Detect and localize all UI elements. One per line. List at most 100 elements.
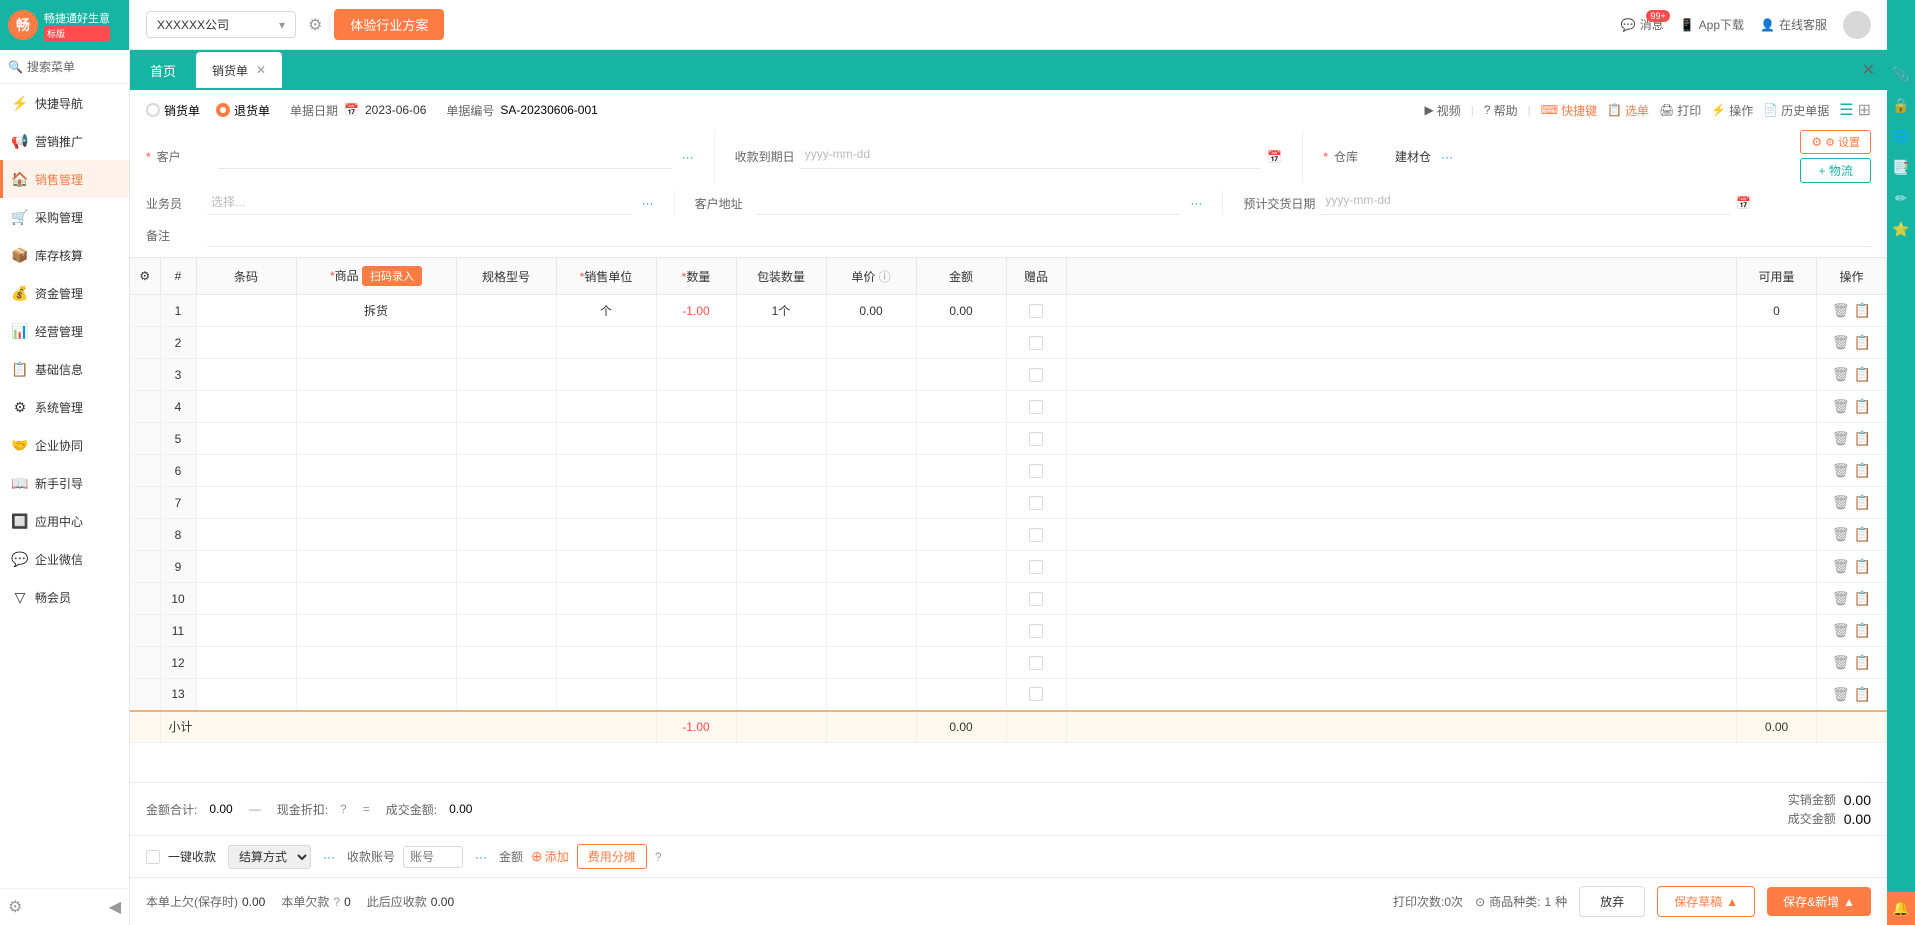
payment-cal-icon[interactable]: 📅 — [1267, 150, 1282, 164]
toolbar-video-btn[interactable]: ▶ 视频 — [1425, 102, 1461, 119]
payment-method-dots[interactable]: ··· — [323, 850, 335, 864]
save-draft-button[interactable]: 保存草稿 ▲ — [1657, 886, 1755, 917]
row-copy-icon[interactable]: 📋 — [1854, 334, 1871, 351]
row-product-cell[interactable]: 拆货 — [296, 295, 456, 327]
scan-button[interactable]: 扫码录入 — [362, 266, 422, 286]
sidebar-item-appcenter[interactable]: 🔲 应用中心 — [0, 502, 129, 540]
toolbar-help-btn[interactable]: ? 帮助 — [1484, 102, 1518, 119]
right-panel-icon-1[interactable]: 📎 — [1892, 60, 1909, 89]
sidebar-item-member[interactable]: ▽ 畅会员 — [0, 578, 129, 616]
row-delete-icon[interactable]: 🗑 — [1832, 622, 1850, 639]
toolbar-print-btn[interactable]: 🖨 打印 — [1659, 102, 1701, 119]
online-service-button[interactable]: 👤 在线客服 — [1760, 16, 1827, 33]
right-panel-orange-btn[interactable]: 🔔 — [1887, 892, 1915, 925]
topbar-gear-icon[interactable]: ⚙ — [308, 15, 322, 35]
right-panel-icon-2[interactable]: 🔒 — [1892, 91, 1909, 120]
sidebar-item-marketing[interactable]: 📢 营销推广 — [0, 122, 129, 160]
row-copy-icon[interactable]: 📋 — [1854, 398, 1871, 415]
salesperson-input[interactable]: 选择... — [207, 191, 632, 215]
row-qty-cell[interactable]: -1.00 — [656, 295, 736, 327]
tab-sale-order[interactable]: 销货单 ✕ — [196, 52, 282, 88]
sidebar-item-sales[interactable]: 🏠 销售管理 — [0, 160, 129, 198]
row-delete-icon[interactable]: 🗑 — [1832, 558, 1850, 575]
row-copy-icon[interactable]: 📋 — [1854, 558, 1871, 575]
payment-method-select[interactable]: 结算方式 — [228, 845, 311, 869]
app-download-button[interactable]: 📱 App下载 — [1680, 16, 1744, 33]
sidebar-item-enterprise[interactable]: 🤝 企业协同 — [0, 426, 129, 464]
customer-dots-icon[interactable]: ··· — [682, 150, 694, 164]
sidebar-item-wechat[interactable]: 💬 企业微信 — [0, 540, 129, 578]
row-copy-icon[interactable]: 📋 — [1854, 366, 1871, 383]
sidebar-item-purchase[interactable]: 🛒 采购管理 — [0, 198, 129, 236]
row-delete-icon[interactable]: 🗑 — [1832, 526, 1850, 543]
row-copy-icon[interactable]: 📋 — [1854, 494, 1871, 511]
sidebar-collapse-icon[interactable]: ◀ — [109, 897, 121, 917]
sidebar-item-basic[interactable]: 📋 基础信息 — [0, 350, 129, 388]
company-selector[interactable]: XXXXXX公司 ▾ — [146, 11, 296, 38]
col-gear[interactable]: ⚙ — [130, 258, 160, 295]
row-spec-cell[interactable] — [456, 295, 556, 327]
expected-date-input[interactable]: yyyy-mm-dd — [1321, 191, 1730, 215]
row-delete-icon[interactable]: 🗑 — [1832, 494, 1850, 511]
sidebar-settings-icon[interactable]: ⚙ — [8, 897, 22, 917]
row-copy-icon[interactable]: 📋 — [1854, 526, 1871, 543]
tab-home[interactable]: 首页 — [130, 50, 196, 90]
payment-due-input[interactable]: yyyy-mm-dd — [801, 145, 1262, 169]
row-barcode-cell[interactable] — [196, 295, 296, 327]
row-amount-cell[interactable]: 0.00 — [916, 295, 1006, 327]
row-copy-icon[interactable]: 📋 — [1854, 686, 1871, 703]
row-delete-icon[interactable]: 🗑 — [1832, 366, 1850, 383]
sidebar-item-guide[interactable]: 📖 新手引导 — [0, 464, 129, 502]
list-view-icon[interactable]: ☰ — [1839, 100, 1853, 120]
expected-cal-icon[interactable]: 📅 — [1736, 196, 1751, 210]
abandon-button[interactable]: 放弃 — [1579, 886, 1645, 917]
sidebar-item-system[interactable]: ⚙ 系统管理 — [0, 388, 129, 426]
sidebar-item-quick-nav[interactable]: ⚡ 快捷导航 — [0, 84, 129, 122]
table-scroll[interactable]: ⚙ # 条码 *商品 扫码录入 规格型号 *销售单位 — [130, 258, 1887, 782]
sidebar-item-operation[interactable]: 📊 经营管理 — [0, 312, 129, 350]
tab-bar-close-icon[interactable]: ✕ — [1850, 60, 1887, 80]
message-button[interactable]: 💬 消息 99+ — [1621, 16, 1664, 33]
row-delete-icon[interactable]: 🗑 — [1832, 462, 1850, 479]
sidebar-search[interactable]: 🔍 搜索菜单 — [0, 50, 129, 84]
row-delete-icon[interactable]: 🗑 — [1832, 686, 1850, 703]
trial-button[interactable]: 体验行业方案 — [334, 9, 444, 40]
save-new-button[interactable]: 保存&新增 ▲ — [1767, 887, 1871, 916]
payment-add-button[interactable]: ⊕ 添加 — [531, 848, 569, 865]
avatar[interactable] — [1843, 11, 1871, 39]
row-copy-icon[interactable]: 📋 — [1854, 302, 1871, 319]
row-delete-icon[interactable]: 🗑 — [1832, 590, 1850, 607]
right-panel-icon-4[interactable]: 📑 — [1892, 153, 1909, 182]
row-copy-icon[interactable]: 📋 — [1854, 654, 1871, 671]
right-panel-icon-5[interactable]: ✏ — [1895, 184, 1907, 213]
radio-sale[interactable]: 销货单 — [146, 102, 200, 119]
row-pack-qty-cell[interactable]: 1个 — [736, 295, 826, 327]
one-click-payment-checkbox[interactable] — [146, 850, 160, 864]
toolbar-shortcut-btn[interactable]: ⌨ 快捷键 — [1541, 102, 1597, 119]
customer-addr-input[interactable] — [756, 191, 1181, 215]
toolbar-operation-btn[interactable]: ⚡ 操作 — [1711, 102, 1753, 119]
customer-input[interactable] — [218, 145, 672, 169]
grid-view-icon[interactable]: ⊞ — [1858, 100, 1871, 120]
row-delete-icon[interactable]: 🗑 — [1832, 334, 1850, 351]
row-delete-icon[interactable]: 🗑 — [1832, 398, 1850, 415]
row-copy-icon[interactable]: 📋 — [1854, 430, 1871, 447]
warehouse-dots-icon[interactable]: ··· — [1441, 150, 1453, 164]
row-delete-icon[interactable]: 🗑 — [1832, 654, 1850, 671]
payment-help-icon[interactable]: ? — [655, 850, 662, 864]
row-copy-icon[interactable]: 📋 — [1854, 622, 1871, 639]
tab-close-icon[interactable]: ✕ — [256, 63, 266, 77]
row-gift-cell[interactable] — [1006, 295, 1066, 327]
account-dots[interactable]: ··· — [475, 850, 487, 864]
settings-button[interactable]: ⚙ ⚙ 设置 — [1800, 130, 1871, 154]
notes-input[interactable] — [207, 223, 1871, 247]
toolbar-history-btn[interactable]: 📄 历史单据 — [1763, 102, 1829, 119]
right-panel-icon-3[interactable]: 🌐 — [1892, 122, 1909, 151]
logistics-button[interactable]: + 物流 — [1800, 158, 1871, 183]
row-unit-cell[interactable]: 个 — [556, 295, 656, 327]
toolbar-select-btn[interactable]: 📋 选单 — [1607, 102, 1649, 119]
addr-dots-icon[interactable]: ··· — [1190, 196, 1202, 210]
radio-return[interactable]: 退货单 — [216, 102, 270, 119]
sidebar-item-inventory[interactable]: 📦 库存核算 — [0, 236, 129, 274]
expense-button[interactable]: 费用分摊 — [577, 844, 647, 869]
